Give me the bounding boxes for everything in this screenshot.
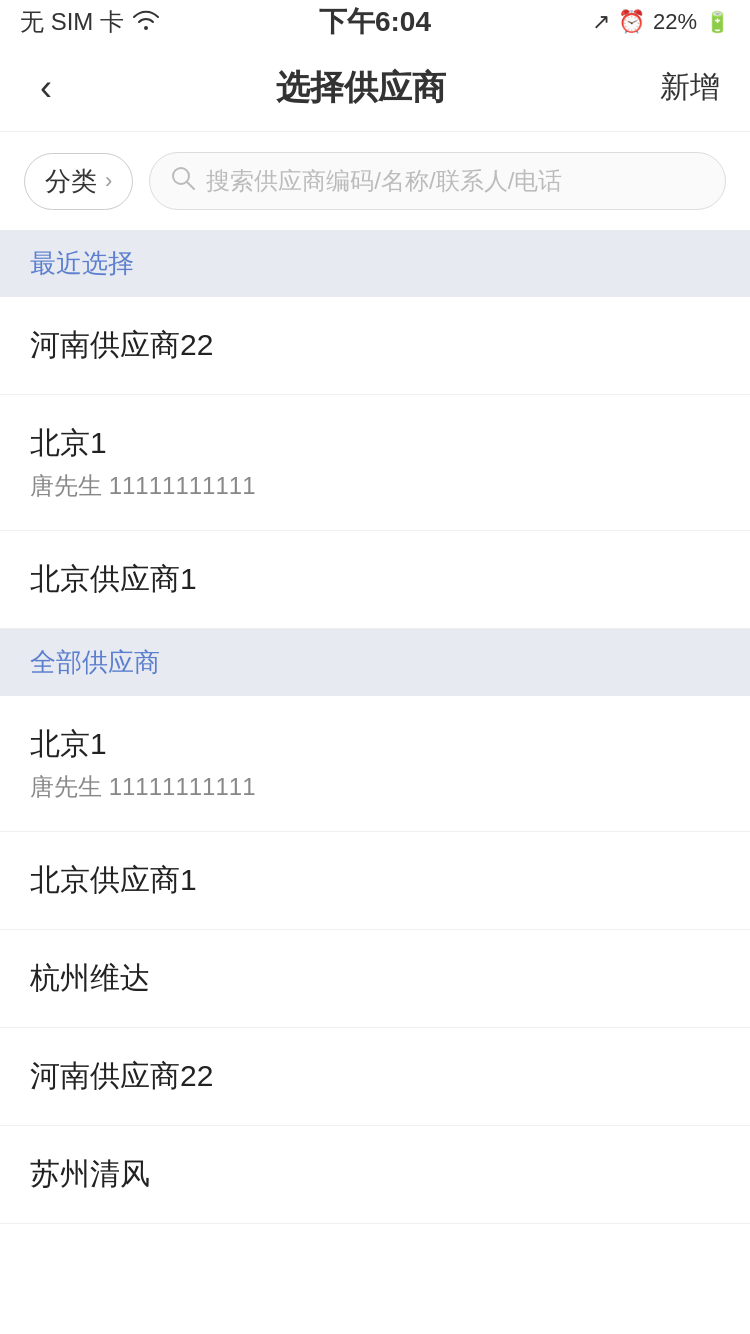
status-bar: 无 SIM 卡 下午6:04 ↗ ⏰ 22% 🔋	[0, 0, 750, 44]
search-box[interactable]: 搜索供应商编码/名称/联系人/电话	[149, 152, 726, 210]
page-title: 选择供应商	[276, 65, 446, 111]
list-item[interactable]: 北京1 唐先生 11111111111	[0, 696, 750, 832]
recent-section-label: 最近选择	[30, 248, 134, 278]
item-name: 杭州维达	[30, 958, 720, 999]
alarm-icon: ⏰	[618, 9, 645, 35]
list-item[interactable]: 河南供应商22	[0, 297, 750, 395]
recent-items-list: 河南供应商22 北京1 唐先生 11111111111 北京供应商1	[0, 297, 750, 629]
list-item[interactable]: 北京供应商1	[0, 531, 750, 629]
item-name: 北京1	[30, 423, 720, 464]
item-sub: 唐先生 11111111111	[30, 470, 720, 502]
nav-bar: ‹ 选择供应商 新增	[0, 44, 750, 132]
search-placeholder: 搜索供应商编码/名称/联系人/电话	[206, 165, 562, 197]
list-item[interactable]: 北京1 唐先生 11111111111	[0, 395, 750, 531]
recent-section-header: 最近选择	[0, 230, 750, 297]
search-icon	[170, 165, 196, 197]
chevron-right-icon: ›	[105, 168, 112, 194]
battery-icon: 🔋	[705, 10, 730, 34]
location-icon: ↗	[592, 9, 610, 35]
back-button[interactable]: ‹	[30, 57, 62, 119]
all-items-list: 北京1 唐先生 11111111111 北京供应商1 杭州维达 河南供应商22 …	[0, 696, 750, 1224]
list-item[interactable]: 北京供应商1	[0, 832, 750, 930]
item-sub: 唐先生 11111111111	[30, 771, 720, 803]
new-action-button[interactable]: 新增	[660, 67, 720, 108]
category-button[interactable]: 分类 ›	[24, 153, 133, 210]
item-name: 河南供应商22	[30, 325, 720, 366]
item-name: 苏州清风	[30, 1154, 720, 1195]
status-time: 下午6:04	[319, 3, 431, 41]
list-item[interactable]: 杭州维达	[0, 930, 750, 1028]
status-right: ↗ ⏰ 22% 🔋	[592, 9, 730, 35]
item-name: 北京供应商1	[30, 860, 720, 901]
sim-status: 无 SIM 卡	[20, 6, 124, 38]
list-item[interactable]: 苏州清风	[0, 1126, 750, 1224]
category-label: 分类	[45, 164, 97, 199]
item-name: 河南供应商22	[30, 1056, 720, 1097]
battery-text: 22%	[653, 9, 697, 35]
svg-line-1	[187, 182, 194, 189]
list-item[interactable]: 河南供应商22	[0, 1028, 750, 1126]
item-name: 北京1	[30, 724, 720, 765]
filter-row: 分类 › 搜索供应商编码/名称/联系人/电话	[0, 132, 750, 230]
status-left: 无 SIM 卡	[20, 6, 160, 38]
item-name: 北京供应商1	[30, 559, 720, 600]
all-section-header: 全部供应商	[0, 629, 750, 696]
wifi-icon	[132, 8, 160, 36]
all-section-label: 全部供应商	[30, 647, 160, 677]
